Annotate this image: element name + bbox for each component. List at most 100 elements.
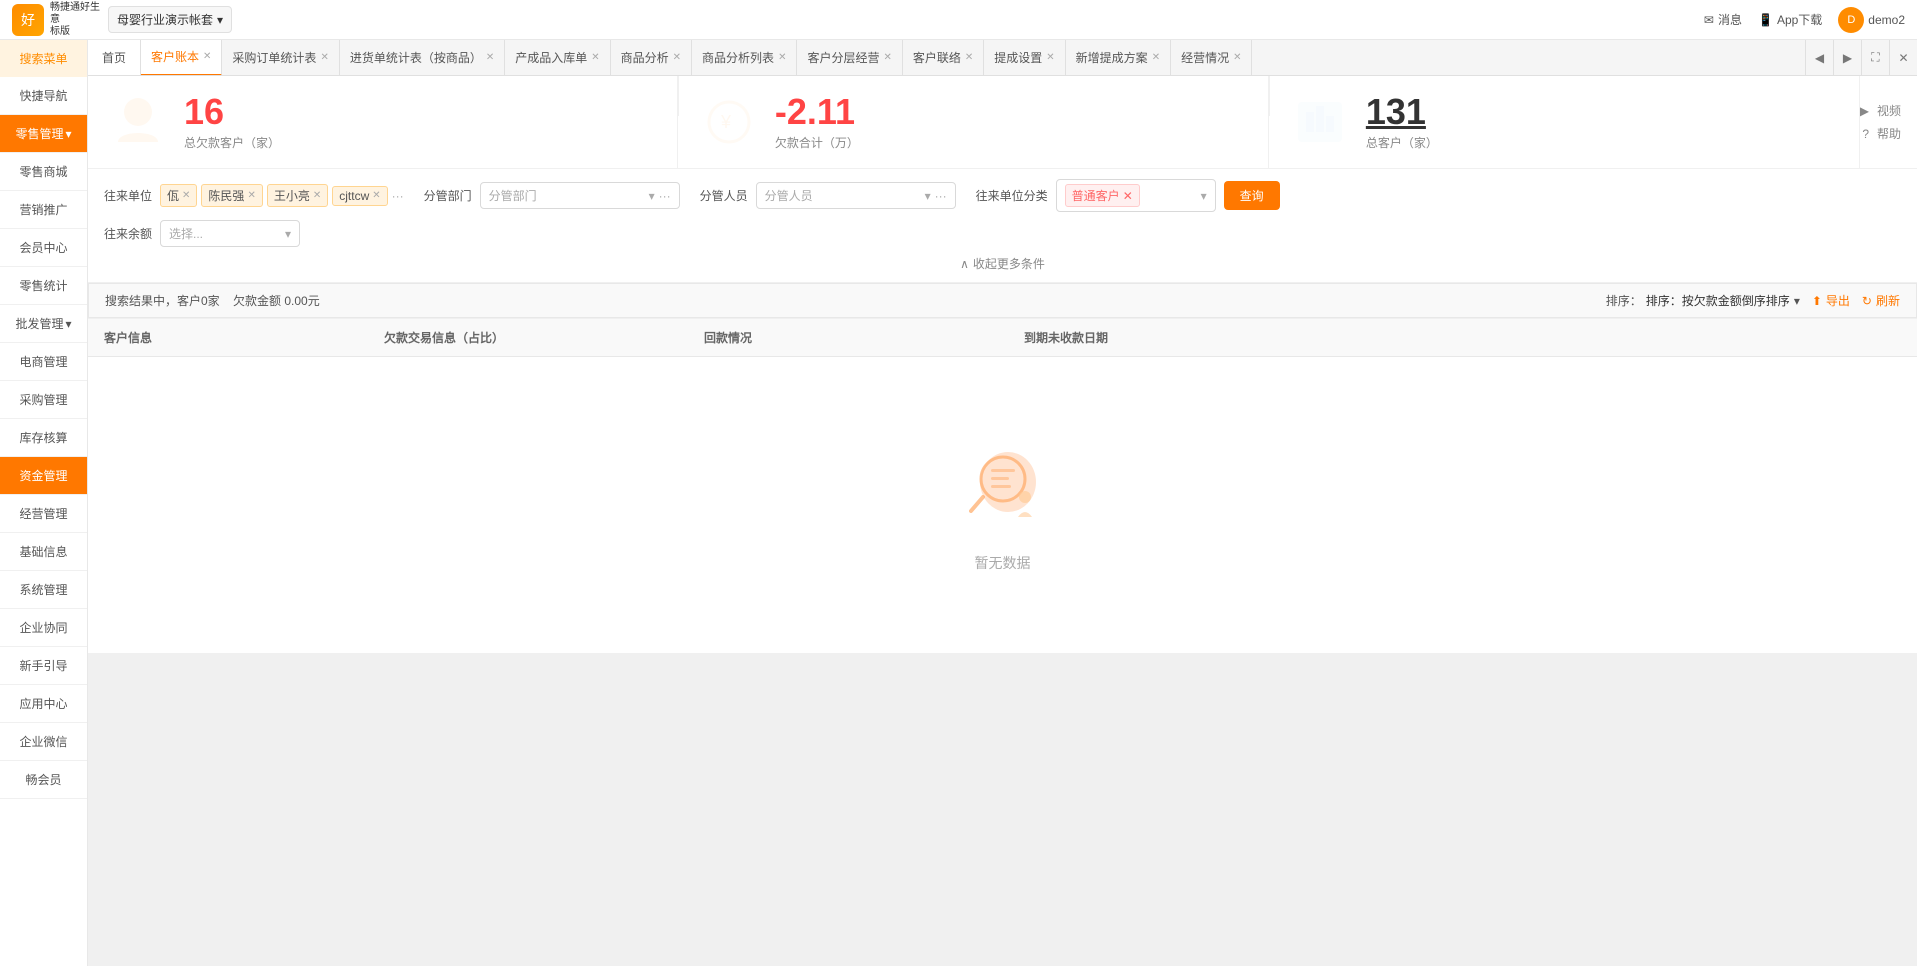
sidebar-item-retail-stats[interactable]: 零售统计 xyxy=(0,267,87,305)
remove-tag-cuo[interactable]: ✕ xyxy=(182,190,190,201)
tab-close-icon[interactable]: ✕ xyxy=(1152,52,1160,63)
stat-card-debtors: 16 总欠款客户（家） xyxy=(88,76,678,168)
sidebar-item-finance[interactable]: 资金管理 xyxy=(0,457,87,495)
clear-icon[interactable]: ··· xyxy=(935,189,947,203)
tab-customer-contact[interactable]: 客户联络 ✕ xyxy=(903,40,984,76)
category-filter-label: 往来单位分类 xyxy=(976,187,1048,204)
dept-filter-select[interactable]: 分管部门 ▾ ··· xyxy=(480,182,680,209)
sidebar-item-vip-member[interactable]: 畅会员 xyxy=(0,761,87,799)
col-header-customer: 客户信息 xyxy=(104,329,384,346)
sort-label: 排序： xyxy=(1606,292,1642,309)
sort-selector[interactable]: 排序： 排序：按欠款金额倒序排序 ▾ xyxy=(1606,292,1800,309)
tab-product-analysis[interactable]: 商品分析 ✕ xyxy=(611,40,692,76)
tab-operations[interactable]: 经营情况 ✕ xyxy=(1171,40,1252,76)
tab-close-icon[interactable]: ✕ xyxy=(1046,52,1054,63)
tab-scroll-arrows: ◀ ▶ ⛶ ✕ xyxy=(1805,40,1917,76)
tab-home[interactable]: 首页 xyxy=(88,40,141,76)
tab-close-icon[interactable]: ✕ xyxy=(320,52,328,63)
chevron-down-icon: ▾ xyxy=(925,189,931,203)
empty-icon xyxy=(953,437,1053,537)
collapse-button[interactable]: ∧ 收起更多条件 xyxy=(960,255,1045,272)
tab-close-icon[interactable]: ✕ xyxy=(486,52,494,63)
debt-icon: ¥ xyxy=(699,92,759,152)
balance-filter-select[interactable]: 选择... ▾ xyxy=(160,220,300,247)
tab-boost-settings[interactable]: 提成设置 ✕ xyxy=(984,40,1065,76)
empty-state: 暂无数据 xyxy=(88,357,1917,653)
export-icon: ⬆ xyxy=(1812,294,1822,308)
sidebar: 搜索菜单 快捷导航 零售管理 ▾ 零售商城 营销推广 会员中心 零售统计 批发管… xyxy=(0,40,88,966)
message-button[interactable]: ✉ 消息 xyxy=(1704,11,1742,28)
unit-tag-cuo: 佤 ✕ xyxy=(160,184,197,207)
filter-row-units: 往来单位 佤 ✕ 陈民强 ✕ 王小亮 ✕ xyxy=(104,179,1901,212)
stat-card-debt-amount: ¥ -2.11 欠款合计（万） xyxy=(679,76,1269,168)
sidebar-item-quick-nav[interactable]: 快捷导航 xyxy=(0,77,87,115)
tab-maximize[interactable]: ⛶ xyxy=(1861,40,1889,76)
export-button[interactable]: ⬆ 导出 xyxy=(1812,292,1850,309)
dept-filter-label: 分管部门 xyxy=(424,187,472,204)
tab-produce-inbound[interactable]: 产成品入库单 ✕ xyxy=(505,40,610,76)
sidebar-item-search-menu[interactable]: 搜索菜单 xyxy=(0,40,87,77)
sidebar-item-wholesale-mgmt[interactable]: 批发管理 ▾ xyxy=(0,305,87,343)
sidebar-item-enterprise-collab[interactable]: 企业协同 xyxy=(0,609,87,647)
stat-debtors-number: 16 xyxy=(184,94,280,130)
help-button[interactable]: ? 帮助 xyxy=(1862,125,1901,142)
sidebar-item-member-center[interactable]: 会员中心 xyxy=(0,229,87,267)
tab-product-analysis-list[interactable]: 商品分析列表 ✕ xyxy=(692,40,797,76)
user-menu[interactable]: D demo2 xyxy=(1838,7,1905,33)
category-filter-select[interactable]: 普通客户 ✕ ▾ xyxy=(1056,179,1216,212)
stats-row: 16 总欠款客户（家） ¥ -2.11 欠款合计（万） xyxy=(88,76,1917,168)
tab-new-boost-plan[interactable]: 新增提成方案 ✕ xyxy=(1066,40,1171,76)
clear-icon[interactable]: ··· xyxy=(659,189,671,203)
tab-scroll-left[interactable]: ◀ xyxy=(1805,40,1833,76)
tab-close-icon[interactable]: ✕ xyxy=(591,52,599,63)
remove-tag-wang[interactable]: ✕ xyxy=(313,190,321,201)
remove-tag-cjttcw[interactable]: ✕ xyxy=(372,190,380,201)
tab-close-icon[interactable]: ✕ xyxy=(673,52,681,63)
sidebar-item-inventory[interactable]: 库存核算 xyxy=(0,419,87,457)
remove-tag-chen[interactable]: ✕ xyxy=(247,190,255,201)
filter-more-btn[interactable]: ··· xyxy=(392,189,404,203)
tab-close-icon[interactable]: ✕ xyxy=(965,52,973,63)
stat-debt-content: -2.11 欠款合计（万） xyxy=(775,94,859,151)
tab-purchase-stats[interactable]: 进货单统计表（按商品） ✕ xyxy=(340,40,505,76)
stat-debt-label: 欠款合计（万） xyxy=(775,134,859,151)
chevron-down-icon: ▾ xyxy=(217,13,223,27)
store-selector[interactable]: 母婴行业演示帐套 ▾ xyxy=(108,6,232,33)
col-header-debt: 欠款交易信息（占比） xyxy=(384,329,704,346)
sidebar-item-ecommerce[interactable]: 电商管理 xyxy=(0,343,87,381)
query-button[interactable]: 查询 xyxy=(1224,181,1280,210)
main-layout: 搜索菜单 快捷导航 零售管理 ▾ 零售商城 营销推广 会员中心 零售统计 批发管… xyxy=(0,40,1917,966)
sidebar-item-marketing[interactable]: 营销推广 xyxy=(0,191,87,229)
tab-close-icon[interactable]: ✕ xyxy=(883,52,891,63)
tab-scroll-right[interactable]: ▶ xyxy=(1833,40,1861,76)
refresh-button[interactable]: ↻ 刷新 xyxy=(1862,292,1900,309)
tab-purchase-order[interactable]: 采购订单统计表 ✕ xyxy=(222,40,339,76)
chevron-down-icon: ▾ xyxy=(65,317,71,331)
person-filter-select[interactable]: 分管人员 ▾ ··· xyxy=(756,182,956,209)
unit-tag-cjttcw: cjttcw ✕ xyxy=(332,186,387,206)
empty-text: 暂无数据 xyxy=(975,553,1031,573)
tab-close-all[interactable]: ✕ xyxy=(1889,40,1917,76)
sidebar-item-new-user-guide[interactable]: 新手引导 xyxy=(0,647,87,685)
remove-category-tag[interactable]: ✕ xyxy=(1123,189,1133,203)
tab-close-icon[interactable]: ✕ xyxy=(203,51,211,62)
sidebar-item-app-center[interactable]: 应用中心 xyxy=(0,685,87,723)
sidebar-item-purchase-mgmt[interactable]: 采购管理 xyxy=(0,381,87,419)
stat-customers-label: 总客户（家） xyxy=(1366,134,1438,151)
sidebar-item-basic-info[interactable]: 基础信息 xyxy=(0,533,87,571)
sidebar-item-system-mgmt[interactable]: 系统管理 xyxy=(0,571,87,609)
video-button[interactable]: ▶ 视频 xyxy=(1860,102,1901,119)
tab-close-icon[interactable]: ✕ xyxy=(778,52,786,63)
unit-tag-chen: 陈民强 ✕ xyxy=(201,184,262,207)
sidebar-item-operations-mgmt[interactable]: 经营管理 xyxy=(0,495,87,533)
sidebar-item-enterprise-wechat[interactable]: 企业微信 xyxy=(0,723,87,761)
category-tag-normal: 普通客户 ✕ xyxy=(1065,184,1140,207)
col-header-due-date: 到期未收款日期 xyxy=(1024,329,1901,346)
sidebar-item-retail-mgmt[interactable]: 零售管理 ▾ xyxy=(0,115,87,153)
tab-customer-ledger[interactable]: 客户账本 ✕ xyxy=(141,40,222,76)
tab-customer-tier[interactable]: 客户分层经营 ✕ xyxy=(797,40,902,76)
app-download-button[interactable]: 📱 App下载 xyxy=(1758,11,1822,28)
sidebar-item-retail-mall[interactable]: 零售商城 xyxy=(0,153,87,191)
tab-close-icon[interactable]: ✕ xyxy=(1233,52,1241,63)
stat-customers-number: 131 xyxy=(1366,94,1438,130)
